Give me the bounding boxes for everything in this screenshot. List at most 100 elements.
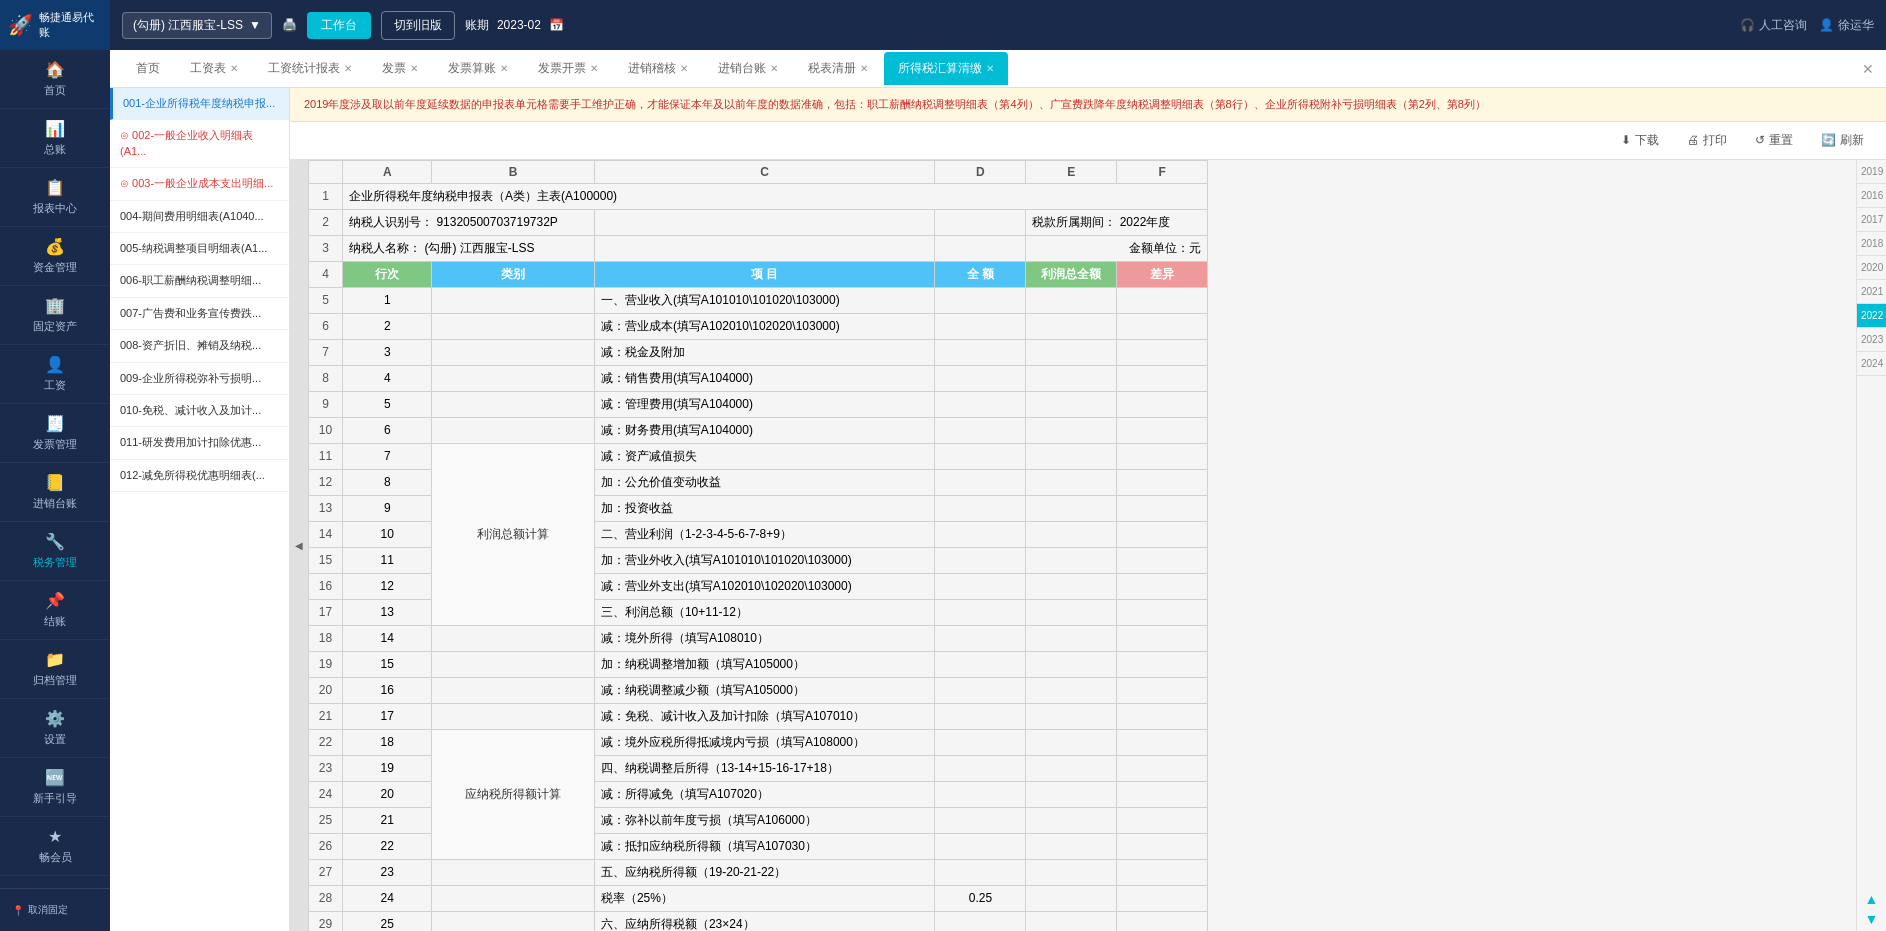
year-item-2021[interactable]: 2021	[1857, 280, 1886, 304]
col-header-D: D	[935, 160, 1026, 183]
tab-close-invoice-calc[interactable]: ✕	[500, 63, 508, 74]
archive-icon: 📁	[45, 650, 65, 669]
col-header-C: C	[594, 160, 935, 183]
year-item-2019[interactable]: 2019	[1857, 160, 1886, 184]
year-item-2018[interactable]: 2018	[1857, 232, 1886, 256]
row-number: 4	[309, 261, 343, 287]
chevron-left-icon: ◀	[295, 540, 303, 551]
left-panel-item-010[interactable]: 010-免税、减计收入及加计...	[110, 395, 289, 427]
ai-service[interactable]: 🎧 人工咨询	[1740, 17, 1807, 34]
col-label-B: 类别	[432, 261, 594, 287]
tab-payroll[interactable]: 工资表 ✕	[176, 52, 252, 85]
print-button[interactable]: 🖨 打印	[1679, 128, 1735, 153]
year-item-2017[interactable]: 2017	[1857, 208, 1886, 232]
table-row: 22 18 应纳税所得额计算 减：境外应税所得抵减境内亏损（填写A108000）	[309, 729, 1208, 755]
scroll-up-icon[interactable]: ▲	[1865, 891, 1879, 907]
tab-invoice-issue[interactable]: 发票开票 ✕	[524, 52, 612, 85]
window-close-icon[interactable]: ✕	[1862, 61, 1874, 77]
sidebar-label-settings: 设置	[44, 732, 66, 747]
company-selector[interactable]: (勾册) 江西服宝-LSS ▼	[122, 12, 272, 39]
unpin-button[interactable]: 📍 取消固定	[8, 897, 102, 923]
print-icon[interactable]: 🖨️	[282, 18, 297, 32]
left-panel-item-009[interactable]: 009-企业所得税弥补亏损明...	[110, 363, 289, 395]
tab-close-income-tax[interactable]: ✕	[986, 63, 994, 74]
top-header: (勾册) 江西服宝-LSS ▼ 🖨️ 工作台 切到旧版 账期 2023-02 📅…	[110, 0, 1886, 50]
tab-home[interactable]: 首页	[122, 52, 174, 85]
tab-close-payroll-report[interactable]: ✕	[344, 63, 352, 74]
sidebar-item-ledger[interactable]: 📊 总账	[0, 109, 110, 168]
tab-invoice[interactable]: 发票 ✕	[368, 52, 432, 85]
user-info[interactable]: 👤 徐运华	[1819, 17, 1874, 34]
sheet-title: 企业所得税年度纳税申报表（A类）主表(A100000)	[343, 183, 1208, 209]
switch-old-button[interactable]: 切到旧版	[381, 11, 455, 40]
sidebar-item-invoice[interactable]: 🧾 发票管理	[0, 404, 110, 463]
sidebar-item-archive[interactable]: 📁 归档管理	[0, 640, 110, 699]
left-panel-item-011[interactable]: 011-研发费用加计扣除优惠...	[110, 427, 289, 459]
tab-payroll-report[interactable]: 工资统计报表 ✕	[254, 52, 366, 85]
tab-close-invoice-issue[interactable]: ✕	[590, 63, 598, 74]
refresh-button[interactable]: 🔄 刷新	[1813, 128, 1872, 153]
collapse-button[interactable]: ◀	[290, 160, 308, 932]
year-item-2020[interactable]: 2020	[1857, 256, 1886, 280]
left-panel-item-005[interactable]: 005-纳税调整项目明细表(A1...	[110, 233, 289, 265]
reset-button[interactable]: ↺ 重置	[1747, 128, 1801, 153]
sidebar-item-guide[interactable]: 🆕 新手引导	[0, 758, 110, 817]
tab-close-sales-check[interactable]: ✕	[680, 63, 688, 74]
sidebar-item-finance[interactable]: 💰 资金管理	[0, 227, 110, 286]
workbench-button[interactable]: 工作台	[307, 12, 371, 39]
tab-tax-list[interactable]: 税表清册 ✕	[794, 52, 882, 85]
calendar-icon[interactable]: 📅	[549, 18, 564, 32]
assets-icon: 🏢	[45, 296, 65, 315]
report-icon: 📋	[45, 178, 65, 197]
row-number: 2	[309, 209, 343, 235]
download-button[interactable]: ⬇ 下载	[1613, 128, 1667, 153]
left-panel-item-002[interactable]: ⊙ 002-一般企业收入明细表(A1...	[110, 120, 289, 168]
ledger-icon: 📊	[45, 119, 65, 138]
scroll-down-icon[interactable]: ▼	[1865, 911, 1879, 927]
left-panel-item-004[interactable]: 004-期间费用明细表(A1040...	[110, 201, 289, 233]
column-header-row: 4 行次 类别 项 目 全 额 利润总全额 差异	[309, 261, 1208, 287]
col-label-D: 全 额	[935, 261, 1026, 287]
left-panel-item-008[interactable]: 008-资产折旧、摊销及纳税...	[110, 330, 289, 362]
sidebar-item-sales[interactable]: 📒 进销台账	[0, 463, 110, 522]
sidebar-item-payroll[interactable]: 👤 工资	[0, 345, 110, 404]
tax-icon: 🔧	[45, 532, 65, 551]
col-label-C: 项 目	[594, 261, 935, 287]
period-label: 账期 2023-02 📅	[465, 17, 564, 34]
year-item-2023[interactable]: 2023	[1857, 328, 1886, 352]
sidebar-label-finance: 资金管理	[33, 260, 77, 275]
tab-sales-ledger[interactable]: 进销台账 ✕	[704, 52, 792, 85]
reset-icon: ↺	[1755, 133, 1765, 147]
sidebar-nav: 🏠 首页 📊 总账 📋 报表中心 💰 资金管理 🏢 固定资产 👤 工资	[0, 50, 110, 888]
table-row: 7 3 减：税金及附加	[309, 339, 1208, 365]
tab-close-payroll[interactable]: ✕	[230, 63, 238, 74]
sidebar-item-tax[interactable]: 🔧 税务管理	[0, 522, 110, 581]
spreadsheet-main[interactable]: A B C D E F	[308, 160, 1856, 932]
left-panel-item-006[interactable]: 006-职工薪酬纳税调整明细...	[110, 265, 289, 297]
tab-income-tax[interactable]: 所得税汇算清缴 ✕	[884, 52, 1008, 85]
year-item-2024[interactable]: 2024	[1857, 352, 1886, 376]
col-header-F: F	[1117, 160, 1208, 183]
tab-sales-check[interactable]: 进销稽核 ✕	[614, 52, 702, 85]
tab-invoice-calc[interactable]: 发票算账 ✕	[434, 52, 522, 85]
sidebar-item-vip[interactable]: ★ 畅会员	[0, 817, 110, 876]
year-item-2022[interactable]: 2022	[1857, 304, 1886, 328]
tab-close-tax-list[interactable]: ✕	[860, 63, 868, 74]
sidebar-item-settings[interactable]: ⚙️ 设置	[0, 699, 110, 758]
sidebar-item-close[interactable]: 📌 结账	[0, 581, 110, 640]
close-period-icon: 📌	[45, 591, 65, 610]
sidebar-item-home[interactable]: 🏠 首页	[0, 50, 110, 109]
left-panel-item-003[interactable]: ⊙ 003-一般企业成本支出明细...	[110, 168, 289, 200]
left-panel-item-007[interactable]: 007-广告费和业务宣传费跌...	[110, 298, 289, 330]
sidebar-item-report[interactable]: 📋 报表中心	[0, 168, 110, 227]
left-panel-item-012[interactable]: 012-减免所得税优惠明细表(...	[110, 460, 289, 492]
year-item-2016[interactable]: 2016	[1857, 184, 1886, 208]
tab-close-sales-ledger[interactable]: ✕	[770, 63, 778, 74]
pin-icon: 📍	[12, 905, 24, 916]
invoice-icon: 🧾	[45, 414, 65, 433]
year-sidebar: 2019 2016 2017 2018 2020 2021 2022 2023 …	[1856, 160, 1886, 932]
left-panel-item-001[interactable]: 001-企业所得税年度纳税申报...	[110, 88, 289, 120]
tab-close-invoice[interactable]: ✕	[410, 63, 418, 74]
table-row: 1 企业所得税年度纳税申报表（A类）主表(A100000)	[309, 183, 1208, 209]
sidebar-item-assets[interactable]: 🏢 固定资产	[0, 286, 110, 345]
